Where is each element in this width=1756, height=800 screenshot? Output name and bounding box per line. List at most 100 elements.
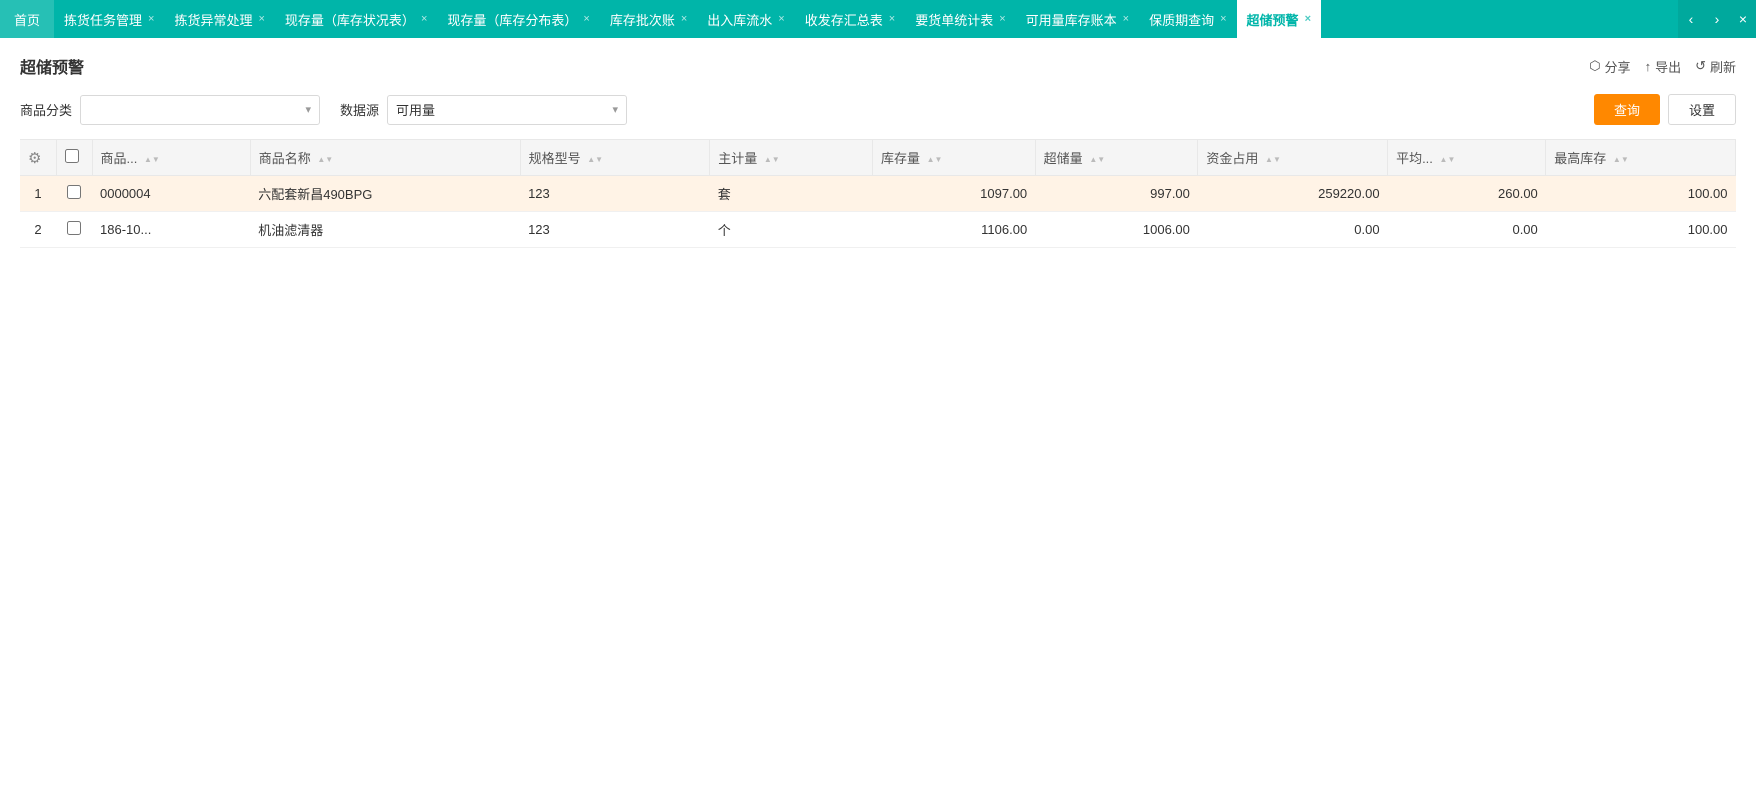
export-label: 导出 — [1655, 57, 1681, 76]
datasource-label: 数据源 — [340, 100, 379, 119]
row-max-stock: 100.00 — [1546, 176, 1736, 212]
nav-prev-button[interactable]: ‹ — [1678, 0, 1704, 38]
nav-home[interactable]: 首页 — [0, 0, 54, 38]
row-capital: 259220.00 — [1198, 176, 1388, 212]
share-icon: ⬡ — [1589, 58, 1600, 74]
row-spec: 123 — [520, 212, 710, 248]
sort-icon[interactable]: ▲▼ — [927, 156, 943, 164]
row-index: 2 — [20, 212, 56, 248]
sort-icon[interactable]: ▲▼ — [144, 156, 160, 164]
close-icon[interactable]: × — [1220, 13, 1226, 25]
row-checkbox[interactable] — [67, 185, 81, 199]
nav-label: 要货单统计表 — [915, 10, 993, 29]
filter-actions: 查询 设置 — [1594, 94, 1736, 125]
row-avg: 0.00 — [1388, 212, 1546, 248]
nav-item-jianhuorenwu[interactable]: 拣货任务管理 × — [54, 0, 164, 38]
th-spec: 规格型号 ▲▼ — [520, 140, 710, 176]
category-filter-item: 商品分类 ▾ — [20, 95, 320, 125]
nav-item-kucunpici[interactable]: 库存批次账 × — [600, 0, 697, 38]
nav-label: 收发存汇总表 — [805, 10, 883, 29]
nav-label: 拣货异常处理 — [174, 10, 252, 29]
filter-bar: 商品分类 ▾ 数据源 可用量 ▾ 查询 设置 — [20, 94, 1736, 125]
share-action[interactable]: ⬡ 分享 — [1589, 57, 1630, 76]
data-table: ⚙ 商品... ▲▼ 商品名称 ▲▼ 规格型号 ▲▼ 主计 — [20, 139, 1736, 248]
th-capital: 资金占用 ▲▼ — [1198, 140, 1388, 176]
share-label: 分享 — [1605, 57, 1631, 76]
category-arrow-icon: ▾ — [305, 103, 311, 116]
nav-item-baozhi[interactable]: 保质期查询 × — [1139, 0, 1236, 38]
row-stock: 1097.00 — [872, 176, 1035, 212]
close-icon[interactable]: × — [421, 13, 427, 25]
nav-label: 保质期查询 — [1149, 10, 1214, 29]
page-title: 超储预警 — [20, 54, 84, 78]
nav-item-xiancunliang1[interactable]: 现存量（库存状况表） × — [275, 0, 437, 38]
nav-label: 拣货任务管理 — [64, 10, 142, 29]
row-avg: 260.00 — [1388, 176, 1546, 212]
refresh-action[interactable]: ↺ 刷新 — [1695, 57, 1736, 76]
close-icon[interactable]: × — [1123, 13, 1129, 25]
th-overstock: 超储量 ▲▼ — [1035, 140, 1198, 176]
row-index: 1 — [20, 176, 56, 212]
nav-item-xiancunliang2[interactable]: 现存量（库存分布表） × — [437, 0, 599, 38]
sort-icon[interactable]: ▲▼ — [587, 156, 603, 164]
header-actions: ⬡ 分享 ↑ 导出 ↺ 刷新 — [1589, 57, 1736, 76]
row-unit: 个 — [710, 212, 873, 248]
nav-label: 出入库流水 — [707, 10, 772, 29]
gear-icon[interactable]: ⚙ — [28, 150, 41, 167]
close-icon[interactable]: × — [148, 13, 154, 25]
nav-item-churuku[interactable]: 出入库流水 × — [697, 0, 794, 38]
nav-item-chaochuyujing[interactable]: 超储预警 × — [1237, 0, 1321, 38]
sort-icon[interactable]: ▲▼ — [1440, 156, 1456, 164]
datasource-select[interactable]: 可用量 ▾ — [387, 95, 627, 125]
nav-item-jianhuoyichang[interactable]: 拣货异常处理 × — [164, 0, 274, 38]
row-sku: 0000004 — [92, 176, 250, 212]
close-icon[interactable]: × — [258, 13, 264, 25]
category-select[interactable]: ▾ — [80, 95, 320, 125]
nav-item-yaohuo[interactable]: 要货单统计表 × — [905, 0, 1015, 38]
table-header-row: ⚙ 商品... ▲▼ 商品名称 ▲▼ 规格型号 ▲▼ 主计 — [20, 140, 1736, 176]
row-checkbox[interactable] — [67, 221, 81, 235]
settings-button[interactable]: 设置 — [1668, 94, 1736, 125]
close-icon[interactable]: × — [889, 13, 895, 25]
th-max-stock: 最高库存 ▲▼ — [1546, 140, 1736, 176]
main-content: 超储预警 ⬡ 分享 ↑ 导出 ↺ 刷新 商品分类 ▾ 数据源 — [0, 38, 1756, 800]
query-button[interactable]: 查询 — [1594, 94, 1660, 125]
row-stock: 1106.00 — [872, 212, 1035, 248]
th-name-label: 商品名称 — [259, 151, 311, 166]
close-icon[interactable]: × — [681, 13, 687, 25]
row-sku: 186-10... — [92, 212, 250, 248]
nav-label: 可用量库存账本 — [1026, 10, 1117, 29]
th-name: 商品名称 ▲▼ — [250, 140, 520, 176]
nav-close-button[interactable]: × — [1730, 0, 1756, 38]
th-sku: 商品... ▲▼ — [92, 140, 250, 176]
export-action[interactable]: ↑ 导出 — [1645, 57, 1682, 76]
sort-icon[interactable]: ▲▼ — [1089, 156, 1105, 164]
nav-label: 库存批次账 — [610, 10, 675, 29]
close-icon[interactable]: × — [1305, 13, 1311, 25]
sort-icon[interactable]: ▲▼ — [1613, 156, 1629, 164]
table-row: 1 0000004 六配套新昌490BPG 123 套 1097.00 997.… — [20, 176, 1736, 212]
datasource-filter-item: 数据源 可用量 ▾ — [340, 95, 627, 125]
refresh-icon: ↺ — [1695, 58, 1706, 74]
close-icon[interactable]: × — [583, 13, 589, 25]
th-sku-label: 商品... — [101, 151, 138, 166]
sort-icon[interactable]: ▲▼ — [764, 156, 780, 164]
page-header: 超储预警 ⬡ 分享 ↑ 导出 ↺ 刷新 — [20, 54, 1736, 78]
th-stock-label: 库存量 — [881, 151, 920, 166]
select-all-checkbox[interactable] — [65, 149, 79, 163]
top-nav: 首页 拣货任务管理 × 拣货异常处理 × 现存量（库存状况表） × 现存量（库存… — [0, 0, 1756, 38]
close-icon[interactable]: × — [999, 13, 1005, 25]
nav-label: 现存量（库存状况表） — [285, 10, 415, 29]
datasource-arrow-icon: ▾ — [613, 103, 619, 116]
sort-icon[interactable]: ▲▼ — [1265, 156, 1281, 164]
export-icon: ↑ — [1645, 59, 1652, 74]
row-spec: 123 — [520, 176, 710, 212]
row-checkbox-cell — [56, 176, 92, 212]
table-row: 2 186-10... 机油滤清器 123 个 1106.00 1006.00 … — [20, 212, 1736, 248]
nav-item-keyongliang[interactable]: 可用量库存账本 × — [1016, 0, 1139, 38]
nav-next-button[interactable]: › — [1704, 0, 1730, 38]
row-max-stock: 100.00 — [1546, 212, 1736, 248]
nav-item-shofacun[interactable]: 收发存汇总表 × — [795, 0, 905, 38]
close-icon[interactable]: × — [778, 13, 784, 25]
sort-icon[interactable]: ▲▼ — [317, 156, 333, 164]
